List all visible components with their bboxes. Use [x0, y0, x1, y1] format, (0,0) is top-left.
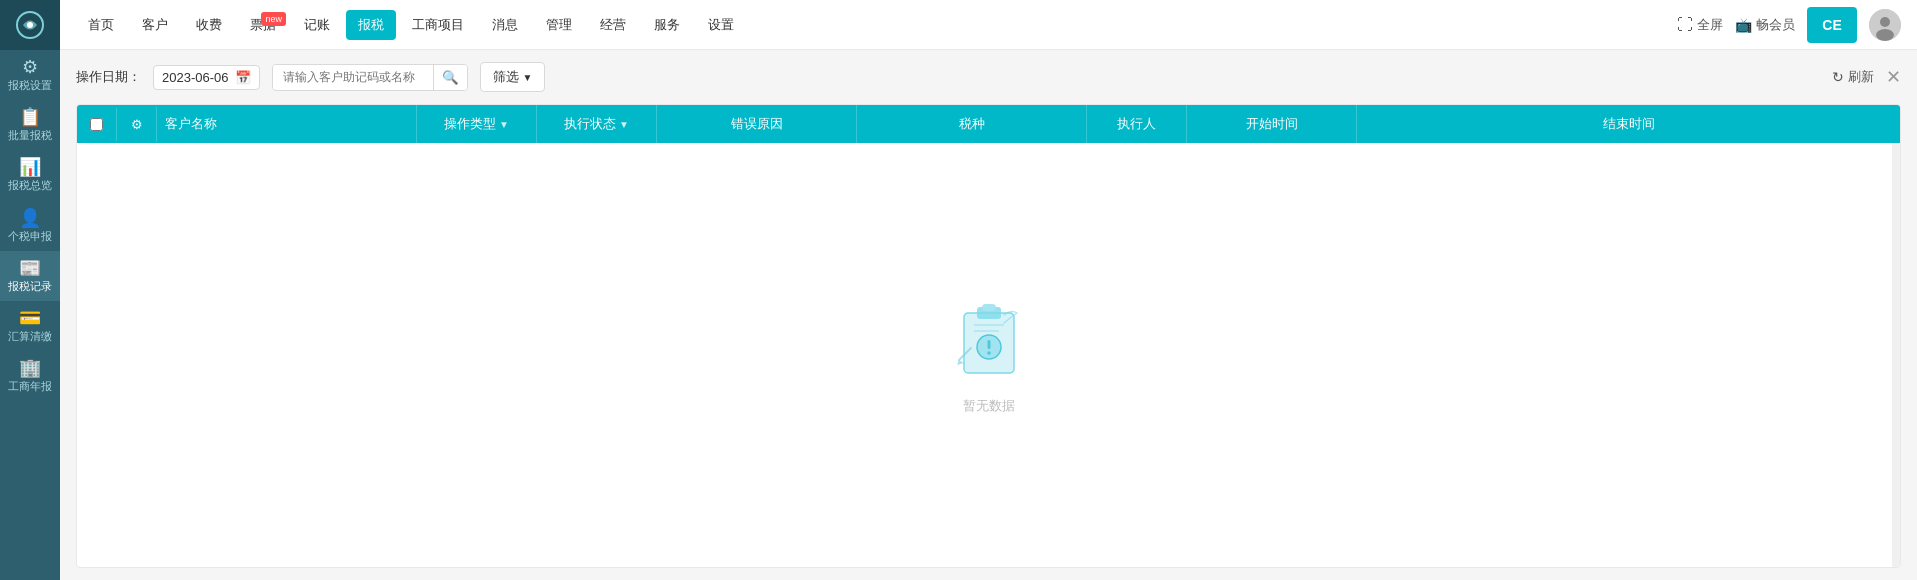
search-box: 🔍 [272, 64, 468, 91]
ce-badge[interactable]: CE [1807, 7, 1857, 43]
tax-overview-icon: 📊 [19, 158, 41, 176]
th-error: 错误原因 [657, 105, 857, 143]
main-area: 首页 客户 收费 票据 new 记账 报税 工商项目 消息 [60, 0, 1917, 580]
th-checkbox[interactable] [77, 108, 117, 141]
filter-button[interactable]: 筛选 ▼ [480, 62, 546, 92]
annual-report-icon: 🏢 [19, 359, 41, 377]
svg-point-12 [987, 351, 991, 355]
sidebar-item-batch-tax[interactable]: 📋 批量报税 [0, 100, 60, 150]
refresh-icon: ↻ [1832, 69, 1844, 85]
nav-item-messages[interactable]: 消息 [480, 10, 530, 40]
fullscreen-button[interactable]: ⛶ 全屏 [1677, 16, 1723, 34]
close-button[interactable]: ✕ [1886, 68, 1901, 86]
sidebar-item-tax-overview[interactable]: 📊 报税总览 [0, 150, 60, 200]
calendar-icon: 📅 [235, 70, 251, 85]
date-picker[interactable]: 2023-06-06 📅 [153, 65, 260, 90]
date-label: 操作日期： [76, 68, 141, 86]
personal-tax-icon: 👤 [19, 209, 41, 227]
scrollbar-track[interactable] [1892, 143, 1900, 567]
empty-state: 暂无数据 [929, 275, 1049, 435]
tax-records-icon: 📰 [19, 259, 41, 277]
sidebar-label-tax-records: 报税记录 [8, 280, 52, 293]
settlement-icon: 💳 [19, 309, 41, 327]
vip-button[interactable]: 📺 畅会员 [1735, 16, 1795, 34]
sidebar-logo[interactable] [0, 0, 60, 50]
sidebar-label-batch-tax: 批量报税 [8, 129, 52, 142]
th-status[interactable]: 执行状态 ▼ [537, 105, 657, 143]
vip-icon: 📺 [1735, 17, 1752, 33]
svg-point-1 [27, 22, 33, 28]
sidebar-label-personal-tax: 个税申报 [8, 230, 52, 243]
table-body: 暂无数据 [77, 143, 1900, 567]
nav-item-settings[interactable]: 设置 [696, 10, 746, 40]
op-type-sort-icon: ▼ [499, 119, 509, 130]
new-badge: new [261, 12, 286, 27]
nav-item-billing[interactable]: 收费 [184, 10, 234, 40]
search-button[interactable]: 🔍 [433, 65, 467, 90]
page-content: 操作日期： 2023-06-06 📅 🔍 筛选 ▼ ↻ 刷新 ✕ [60, 50, 1917, 580]
sidebar-label-tax-settings: 报税设置 [8, 79, 52, 92]
sidebar-label-tax-overview: 报税总览 [8, 179, 52, 192]
th-name: 客户名称 [157, 105, 417, 143]
th-end-time: 结束时间 [1357, 105, 1900, 143]
sidebar-item-annual-report[interactable]: 🏢 工商年报 [0, 351, 60, 401]
nav-item-invoices[interactable]: 票据 new [238, 10, 288, 40]
date-value: 2023-06-06 [162, 70, 229, 85]
sidebar-label-annual-report: 工商年报 [8, 380, 52, 393]
table-container: ⚙ 客户名称 操作类型 ▼ 执行状态 ▼ 错误原因 税种 [76, 104, 1901, 568]
svg-point-3 [1880, 17, 1890, 27]
nav-item-business[interactable]: 工商项目 [400, 10, 476, 40]
th-op-type[interactable]: 操作类型 ▼ [417, 105, 537, 143]
svg-marker-16 [957, 360, 964, 365]
th-settings[interactable]: ⚙ [117, 107, 157, 142]
sidebar-item-personal-tax[interactable]: 👤 个税申报 [0, 201, 60, 251]
nav-item-home[interactable]: 首页 [76, 10, 126, 40]
nav-item-customers[interactable]: 客户 [130, 10, 180, 40]
empty-illustration [949, 295, 1029, 385]
search-input[interactable] [273, 65, 433, 89]
th-tax: 税种 [857, 105, 1087, 143]
batch-tax-icon: 📋 [19, 108, 41, 126]
refresh-button[interactable]: ↻ 刷新 [1832, 68, 1874, 86]
fullscreen-icon: ⛶ [1677, 16, 1693, 34]
th-executor: 执行人 [1087, 105, 1187, 143]
empty-text: 暂无数据 [963, 397, 1015, 415]
filter-bar: 操作日期： 2023-06-06 📅 🔍 筛选 ▼ ↻ 刷新 ✕ [76, 62, 1901, 92]
svg-rect-11 [987, 340, 990, 349]
sidebar-item-settlement[interactable]: 💳 汇算清缴 [0, 301, 60, 351]
top-nav-right: ⛶ 全屏 📺 畅会员 CE [1677, 7, 1901, 43]
nav-items: 首页 客户 收费 票据 new 记账 报税 工商项目 消息 [76, 10, 1677, 40]
select-all-checkbox[interactable] [90, 118, 103, 131]
top-nav: 首页 客户 收费 票据 new 记账 报税 工商项目 消息 [60, 0, 1917, 50]
svg-rect-8 [982, 304, 996, 311]
th-start-time: 开始时间 [1187, 105, 1357, 143]
sidebar-item-tax-settings[interactable]: ⚙ 报税设置 [0, 50, 60, 100]
search-icon: 🔍 [442, 70, 459, 85]
table-header: ⚙ 客户名称 操作类型 ▼ 执行状态 ▼ 错误原因 税种 [77, 105, 1900, 143]
sidebar: ⚙ 报税设置 📋 批量报税 📊 报税总览 👤 个税申报 📰 报税记录 💳 汇算清… [0, 0, 60, 580]
nav-item-accounts[interactable]: 记账 [292, 10, 342, 40]
filter-label-text: 筛选 [493, 68, 519, 86]
tax-settings-icon: ⚙ [22, 58, 38, 76]
settings-icon: ⚙ [131, 117, 143, 132]
nav-item-services[interactable]: 服务 [642, 10, 692, 40]
sidebar-item-tax-records[interactable]: 📰 报税记录 [0, 251, 60, 301]
nav-item-finance[interactable]: 经营 [588, 10, 638, 40]
nav-item-tax-report[interactable]: 报税 [346, 10, 396, 40]
chevron-down-icon: ▼ [523, 72, 533, 83]
nav-item-management[interactable]: 管理 [534, 10, 584, 40]
avatar[interactable] [1869, 9, 1901, 41]
status-sort-icon: ▼ [619, 119, 629, 130]
svg-point-4 [1876, 29, 1894, 41]
sidebar-label-settlement: 汇算清缴 [8, 330, 52, 343]
